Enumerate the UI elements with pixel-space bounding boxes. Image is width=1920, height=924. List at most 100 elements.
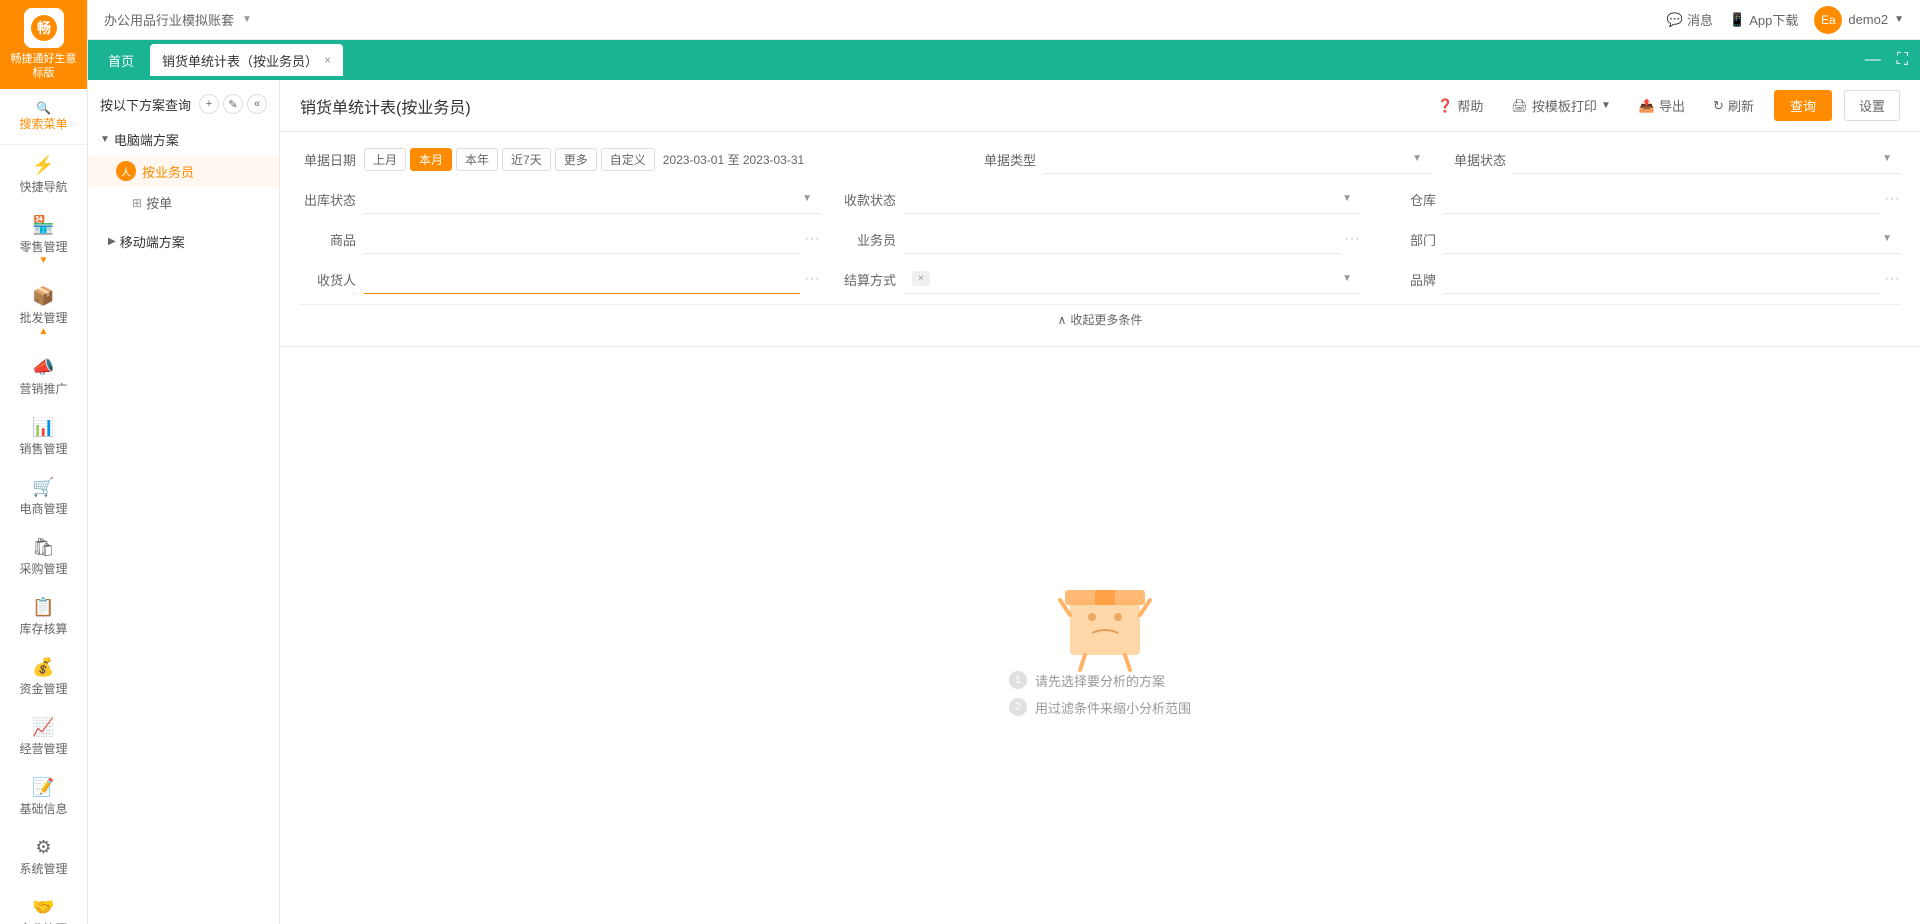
date-btn-thisyear[interactable]: 本年 <box>456 148 498 171</box>
tree-item-salesperson[interactable]: 人 按业务员 <box>88 155 279 187</box>
filter-doctype: 单据类型 ▼ <box>980 144 1430 174</box>
sidebar-item-basic[interactable]: 📝 基础信息 <box>0 767 87 827</box>
workspace-name: 办公用品行业模拟账套 <box>104 10 234 29</box>
date-btn-7days[interactable]: 近7天 <box>502 148 551 171</box>
doctype-label: 单据类型 <box>980 150 1036 169</box>
user-menu[interactable]: Ea demo2 ▼ <box>1814 6 1904 34</box>
salesperson-label: 业务员 <box>840 230 896 249</box>
app-download-btn[interactable]: 📱 App下载 <box>1729 10 1798 29</box>
management-icon: 📈 <box>32 717 54 738</box>
sidebar-item-inventory[interactable]: 📋 库存核算 <box>0 587 87 647</box>
warehouse-more-btn[interactable]: ··· <box>1884 190 1900 208</box>
user-avatar: Ea <box>1814 6 1842 34</box>
logo-icon: 畅 <box>24 8 64 48</box>
salesperson-more-btn[interactable]: ··· <box>1344 230 1360 248</box>
app-title: 畅捷通好生意 标版 <box>11 52 77 81</box>
finance-icon: 💰 <box>32 657 54 678</box>
sidebar-item-system[interactable]: ⚙ 系统管理 <box>0 827 87 887</box>
sidebar-item-search[interactable]: 🔍 搜索菜单 <box>0 89 87 145</box>
app-logo[interactable]: 畅 畅捷通好生意 标版 <box>0 0 87 89</box>
sidebar-item-retail[interactable]: 🏪 零售管理 ▼ <box>0 205 87 276</box>
print-btn[interactable]: 🖨 按模板打印 ▼ <box>1503 92 1618 119</box>
help-btn[interactable]: ❓ 帮助 <box>1429 92 1491 119</box>
mobile-plan-group: ▶ 移动端方案 <box>88 222 279 261</box>
sidebar-item-ecommerce[interactable]: 🛒 电商管理 <box>0 467 87 527</box>
settlement-tag-x[interactable]: × <box>918 273 924 284</box>
settlement-select[interactable]: × ▼ <box>904 264 1360 294</box>
add-plan-btn[interactable]: + <box>199 94 219 114</box>
tab-minimize-btn[interactable]: — <box>1861 47 1885 73</box>
tab-home-label: 首页 <box>108 51 134 70</box>
sidebar-item-enterprise[interactable]: 🤝 企业协同 <box>0 887 87 924</box>
settlement-dropdown-icon: ▼ <box>1342 273 1352 284</box>
tab-bar: 首页 销货单统计表（按业务员） × — ⛶ <box>88 40 1920 80</box>
edit-plan-btn[interactable]: ✎ <box>223 94 243 114</box>
export-btn[interactable]: 📤 导出 <box>1631 92 1693 119</box>
top-header: 办公用品行业模拟账套 ▼ 💬 消息 📱 App下载 Ea demo2 ▼ <box>88 0 1920 40</box>
date-btn-thismonth[interactable]: 本月 <box>410 148 452 171</box>
sidebar-item-marketing[interactable]: 📣 营销推广 <box>0 347 87 407</box>
tab-home[interactable]: 首页 <box>96 44 146 76</box>
collectstatus-dropdown-icon: ▼ <box>1342 193 1352 204</box>
docstatus-label: 单据状态 <box>1450 150 1506 169</box>
print-icon: 🖨 <box>1511 98 1528 114</box>
right-content: 销货单统计表(按业务员) ❓ 帮助 🖨 按模板打印 ▼ 📤 导出 <box>280 80 1920 924</box>
receiver-more-btn[interactable]: ··· <box>804 270 820 288</box>
refresh-btn[interactable]: ↻ 刷新 <box>1705 92 1762 119</box>
receiver-input[interactable] <box>364 264 800 294</box>
tree-item-order[interactable]: ⊞ 按单 <box>88 187 279 218</box>
filter-docstatus: 单据状态 ▼ <box>1450 144 1900 174</box>
tip1-num: 1 <box>1009 671 1027 689</box>
collapse-filters-btn[interactable]: ∧ 收起更多条件 <box>300 304 1900 334</box>
department-select[interactable]: ▼ <box>1444 224 1900 254</box>
workspace-selector[interactable]: 办公用品行业模拟账套 ▼ <box>104 10 252 29</box>
date-btn-lastmonth[interactable]: 上月 <box>364 148 406 171</box>
date-btn-more[interactable]: 更多 <box>555 148 597 171</box>
wholesale-icon: 📦 <box>32 286 54 307</box>
username-label: demo2 <box>1848 12 1888 27</box>
sidebar-item-sales[interactable]: 📊 销售管理 <box>0 407 87 467</box>
sidebar-item-finance[interactable]: 💰 资金管理 <box>0 647 87 707</box>
docstatus-select[interactable]: ▼ <box>1514 144 1900 174</box>
settings-btn[interactable]: 设置 <box>1844 90 1900 121</box>
order-plan-label: 按单 <box>146 193 172 212</box>
department-label: 部门 <box>1380 230 1436 249</box>
sidebar-item-management[interactable]: 📈 经营管理 <box>0 707 87 767</box>
brand-more-btn[interactable]: ··· <box>1884 270 1900 288</box>
goods-input[interactable] <box>364 224 800 254</box>
left-panel-header: 按以下方案查询 + ✎ « <box>88 88 279 120</box>
collectstatus-label: 收款状态 <box>840 190 896 209</box>
collectstatus-select[interactable]: ▼ <box>904 184 1360 214</box>
refresh-icon: ↻ <box>1713 98 1724 114</box>
receiver-label: 收货人 <box>300 270 356 289</box>
filter-brand: 品牌 ··· <box>1380 264 1900 294</box>
brand-input[interactable] <box>1444 264 1880 294</box>
quicknav-icon: ⚡ <box>32 155 54 176</box>
message-btn[interactable]: 💬 消息 <box>1667 10 1713 29</box>
tab-close-icon[interactable]: × <box>324 53 331 67</box>
goods-more-btn[interactable]: ··· <box>804 230 820 248</box>
date-range-text: 2023-03-01 至 2023-03-31 <box>663 151 804 168</box>
date-btn-custom[interactable]: 自定义 <box>601 148 655 171</box>
page-title: 销货单统计表(按业务员) <box>300 94 471 118</box>
doctype-select[interactable]: ▼ <box>1044 144 1430 174</box>
order-plan-icon: ⊞ <box>132 196 142 210</box>
tip2-num: 2 <box>1009 698 1027 716</box>
collapse-panel-btn[interactable]: « <box>247 94 267 114</box>
desktop-plan-toggle[interactable]: ▼ 电脑端方案 <box>88 124 279 155</box>
warehouse-input[interactable] <box>1444 184 1880 214</box>
query-btn[interactable]: 查询 <box>1774 90 1832 121</box>
sidebar-item-wholesale[interactable]: 📦 批发管理 ▲ <box>0 276 87 347</box>
docstatus-dropdown-icon: ▼ <box>1882 153 1892 164</box>
outstatus-label: 出库状态 <box>300 190 356 209</box>
filter-settlement: 结算方式 × ▼ <box>840 264 1360 294</box>
outstatus-select[interactable]: ▼ <box>364 184 820 214</box>
sidebar-item-quicknav[interactable]: ⚡ 快捷导航 <box>0 145 87 205</box>
tab-sales-stats[interactable]: 销货单统计表（按业务员） × <box>150 44 343 76</box>
empty-tips: 1 请先选择要分析的方案 2 用过滤条件来缩小分析范围 <box>1009 671 1191 717</box>
mobile-plan-toggle[interactable]: ▶ 移动端方案 <box>88 226 279 257</box>
salesperson-input[interactable] <box>904 224 1340 254</box>
collapse-icon: ∧ <box>1058 313 1067 327</box>
sidebar-item-purchase[interactable]: 🛍 采购管理 <box>0 527 87 587</box>
tab-expand-btn[interactable]: ⛶ <box>1893 47 1912 73</box>
